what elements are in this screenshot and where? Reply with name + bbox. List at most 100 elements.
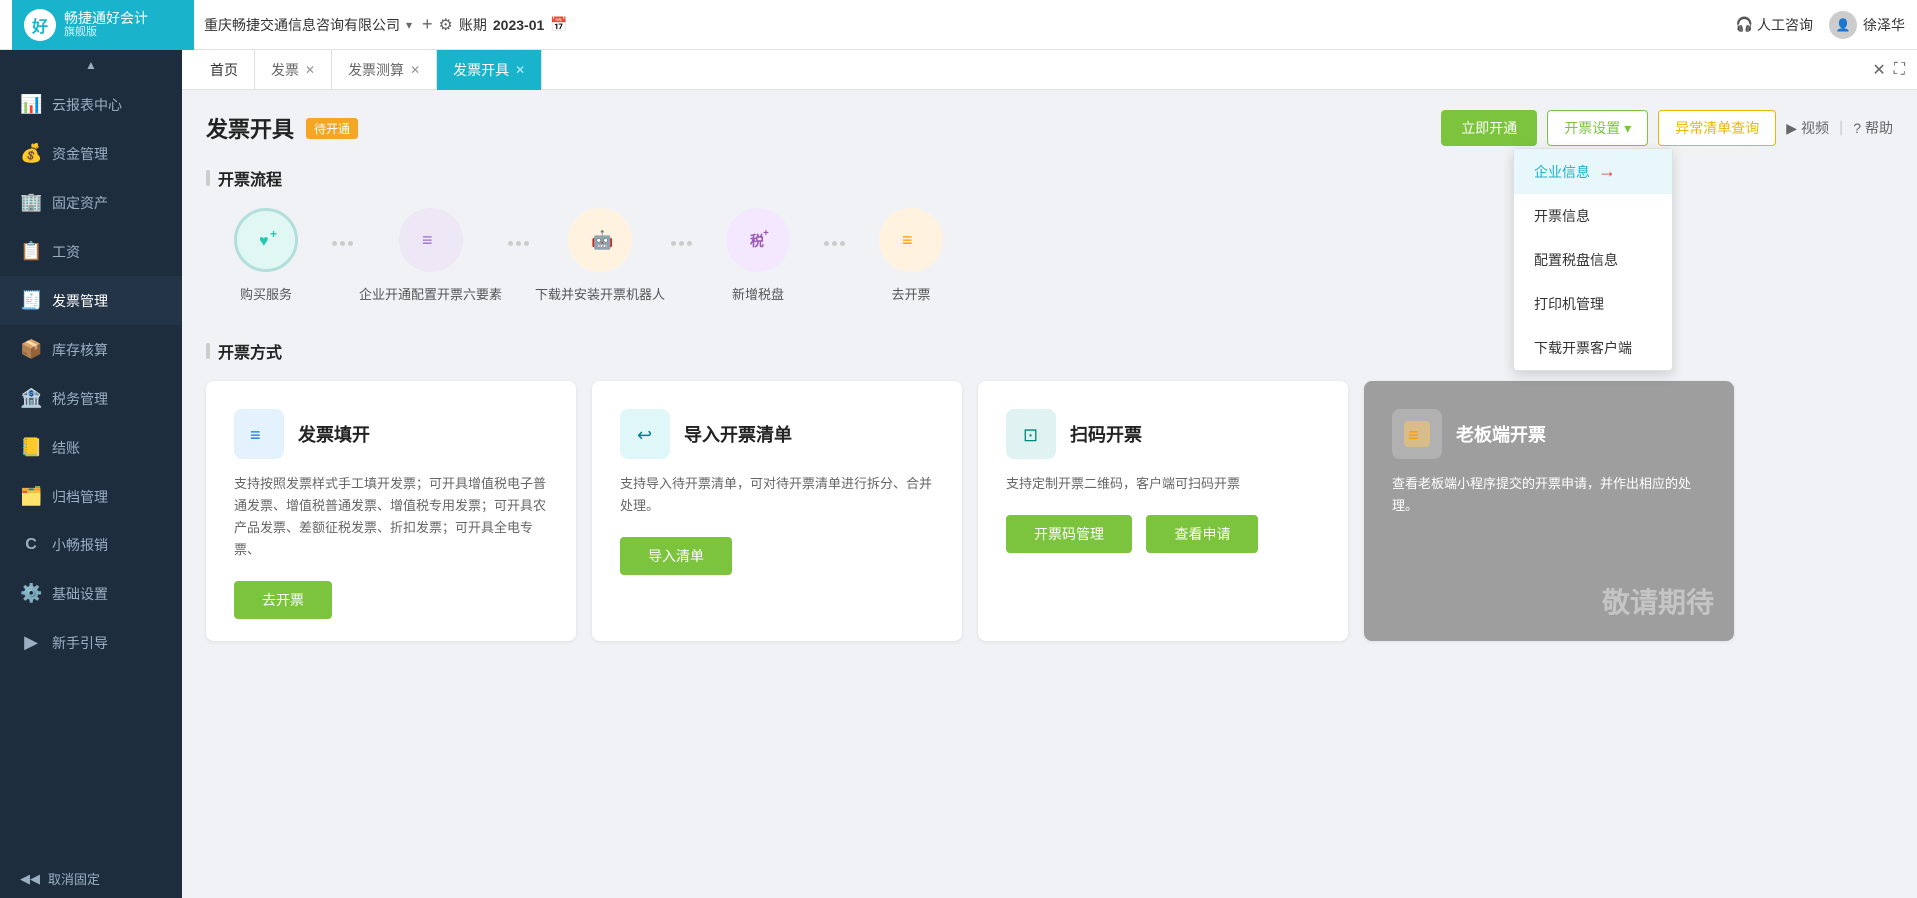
settings-dropdown: 企业信息 → 开票信息 配置税盘信息 打印机管理 下 xyxy=(1513,148,1673,371)
dropdown-item-download-client[interactable]: 下载开票客户端 xyxy=(1514,326,1672,370)
tab-close-fapiaocesuan[interactable]: ✕ xyxy=(410,63,420,77)
guide-icon: ▶ xyxy=(20,632,42,653)
tab-home[interactable]: 首页 xyxy=(194,50,255,90)
flow-step-2: 🤖 下载并安装开票机器人 xyxy=(535,208,665,303)
chevron-down-icon: ▾ xyxy=(1624,120,1631,137)
add-icon[interactable]: + xyxy=(422,14,433,35)
method-card-import: ↩ 导入开票清单 支持导入待开票清单，可对待开票清单进行拆分、合并处理。 导入清… xyxy=(592,381,962,641)
method-card-scan: ⊡ 扫码开票 支持定制开票二维码，客户端可扫码开票 开票码管理 查看申请 xyxy=(978,381,1348,641)
page-actions: 立即开通 开票设置 ▾ 异常清单查询 ▶ 视频 | ? 帮助 xyxy=(1441,110,1893,146)
boss-icon: ≡ xyxy=(1392,409,1442,459)
dropdown-item-invoice-info[interactable]: 开票信息 xyxy=(1514,194,1672,238)
flow-icon-1: ≡ xyxy=(399,208,463,272)
svg-text:≡: ≡ xyxy=(902,230,913,250)
sidebar-item-jiezhang[interactable]: 📒 结账 xyxy=(0,423,182,472)
svg-text:+: + xyxy=(270,227,277,241)
tab-controls: ✕ ⛶ xyxy=(1872,60,1905,80)
tab-close-fapiaokaiju[interactable]: ✕ xyxy=(515,63,525,77)
company-selector[interactable]: 重庆畅捷交通信息咨询有限公司 ▾ xyxy=(204,15,412,35)
tab-expand-icon[interactable]: ⛶ xyxy=(1894,61,1905,79)
method-card-import-header: ↩ 导入开票清单 xyxy=(620,409,934,459)
flow-icon-0: ♥ + xyxy=(234,208,298,272)
dropdown-item-company-info[interactable]: 企业信息 → xyxy=(1514,149,1672,194)
coming-soon-watermark: 敬请期待 xyxy=(1602,581,1714,621)
sidebar-item-xiaochang[interactable]: C 小畅报销 xyxy=(0,521,182,569)
help-button[interactable]: ? 帮助 xyxy=(1853,118,1893,138)
play-icon: ▶ xyxy=(1786,120,1797,137)
svg-text:税: 税 xyxy=(750,233,764,249)
dropdown-item-tax-config[interactable]: 配置税盘信息 xyxy=(1514,238,1672,282)
gear-icon: ⚙️ xyxy=(20,583,42,604)
payroll-icon: 📋 xyxy=(20,241,42,262)
archive-icon: 🗂️ xyxy=(20,486,42,507)
svg-text:🤖: 🤖 xyxy=(591,229,613,250)
logo-icon: 好 xyxy=(24,9,56,41)
tab-fapiao[interactable]: 发票 ✕ xyxy=(255,50,332,90)
boss-invoice-icon: ≡ xyxy=(1402,419,1432,449)
sidebar-item-yunbao[interactable]: 📊 云报表中心 xyxy=(0,80,182,129)
sidebar-item-kucun[interactable]: 📦 库存核算 xyxy=(0,325,182,374)
anomaly-button[interactable]: 异常清单查询 xyxy=(1658,110,1776,146)
method-card-fill: ≡ 发票填开 支持按照发票样式手工填开发票；可开具增值税电子普通发票、增值税普通… xyxy=(206,381,576,641)
logo-text: 畅捷通好会计 旗舰版 xyxy=(64,10,148,40)
inventory-icon: 📦 xyxy=(20,339,42,360)
headphone-icon: 🎧 xyxy=(1736,16,1753,33)
dropdown-item-printer[interactable]: 打印机管理 xyxy=(1514,282,1672,326)
sidebar-item-xinshou[interactable]: ▶ 新手引导 xyxy=(0,618,182,667)
flow-icon-3: 税 + xyxy=(726,208,790,272)
go-invoice-icon: ≡ xyxy=(893,222,929,258)
view-apply-button[interactable]: 查看申请 xyxy=(1146,515,1258,553)
fill-invoice-icon: ≡ xyxy=(244,419,274,449)
tab-fapiaosuansuan[interactable]: 发票测算 ✕ xyxy=(332,50,437,90)
user-info[interactable]: 👤 徐泽华 xyxy=(1829,11,1905,39)
flow-step-4: ≡ 去开票 xyxy=(851,208,971,303)
flow-dots-3 xyxy=(818,241,851,246)
tax-disk-icon: 税 + xyxy=(740,222,776,258)
sidebar-scroll-up[interactable]: ▲ xyxy=(0,50,182,80)
period-info: + ⚙ 账期 2023-01 📅 xyxy=(422,14,568,35)
enterprise-icon: ≡ xyxy=(413,222,449,258)
tax-icon: 🏦 xyxy=(20,388,42,409)
sidebar-item-guidang[interactable]: 🗂️ 归档管理 xyxy=(0,472,182,521)
calendar-icon[interactable]: 📅 xyxy=(550,16,567,33)
page-title: 发票开具 xyxy=(206,112,294,144)
svg-text:♥: ♥ xyxy=(259,233,269,250)
settings-button[interactable]: 开票设置 ▾ xyxy=(1547,110,1648,146)
sidebar-item-fapiao[interactable]: 🧾 发票管理 xyxy=(0,276,182,325)
invoice-icon: 🧾 xyxy=(20,290,42,311)
sidebar-item-zijin[interactable]: 💰 资金管理 xyxy=(0,129,182,178)
flow-icon-4: ≡ xyxy=(879,208,943,272)
sidebar-item-gudingzichan[interactable]: 🏢 固定资产 xyxy=(0,178,182,227)
qr-manage-button[interactable]: 开票码管理 xyxy=(1006,515,1132,553)
svg-text:≡: ≡ xyxy=(422,230,433,250)
question-icon: ? xyxy=(1853,120,1861,136)
sidebar-cancel-fixed[interactable]: ◀◀ 取消固定 xyxy=(0,859,182,898)
video-button[interactable]: ▶ 视频 xyxy=(1786,118,1829,138)
sidebar-item-jichushezhi[interactable]: ⚙️ 基础设置 xyxy=(0,569,182,618)
svg-text:⊡: ⊡ xyxy=(1023,425,1038,445)
flow-icon-2: 🤖 xyxy=(568,208,632,272)
method-cards: ≡ 发票填开 支持按照发票样式手工填开发票；可开具增值税电子普通发票、增值税普通… xyxy=(206,381,1893,641)
chevron-down-icon: ▾ xyxy=(406,18,412,32)
tab-close-all-icon[interactable]: ✕ xyxy=(1872,60,1885,80)
scan-invoice-icon: ⊡ xyxy=(1016,419,1046,449)
support-button[interactable]: 🎧 人工咨询 xyxy=(1736,15,1813,35)
sidebar-item-gongzi[interactable]: 📋 工资 xyxy=(0,227,182,276)
import-invoice-icon: ↩ xyxy=(630,419,660,449)
fill-icon: ≡ xyxy=(234,409,284,459)
settings-icon[interactable]: ⚙ xyxy=(439,15,453,35)
svg-text:≡: ≡ xyxy=(1408,425,1419,445)
svg-text:↩: ↩ xyxy=(637,425,652,445)
avatar: 👤 xyxy=(1829,11,1857,39)
main-layout: ▲ 📊 云报表中心 💰 资金管理 🏢 固定资产 📋 工资 🧾 发票管理 📦 库存… xyxy=(0,50,1917,898)
header-right: 🎧 人工咨询 👤 徐泽华 xyxy=(1736,11,1905,39)
tab-fapiaokaiju[interactable]: 发票开具 ✕ xyxy=(437,50,542,90)
activate-button[interactable]: 立即开通 xyxy=(1441,110,1537,146)
svg-text:≡: ≡ xyxy=(250,425,261,445)
robot-icon: 🤖 xyxy=(582,222,618,258)
tab-close-fapiao[interactable]: ✕ xyxy=(305,63,315,77)
import-list-button[interactable]: 导入清单 xyxy=(620,537,732,575)
go-invoice-button[interactable]: 去开票 xyxy=(234,581,332,619)
sidebar-item-shuiwu[interactable]: 🏦 税务管理 xyxy=(0,374,182,423)
flow-step-0: ♥ + 购买服务 xyxy=(206,208,326,303)
